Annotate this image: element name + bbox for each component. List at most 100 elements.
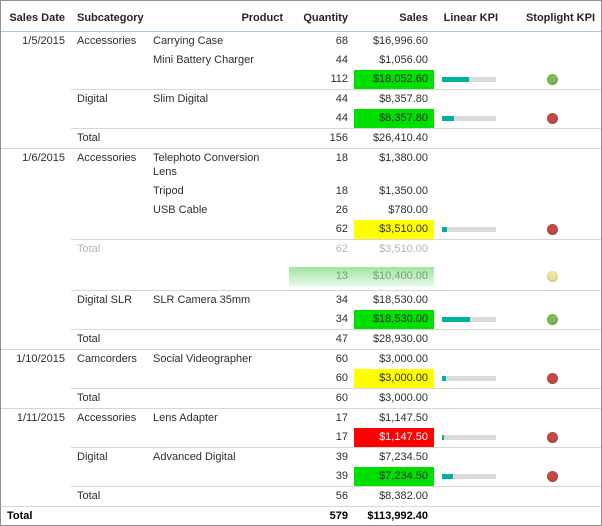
subcategory-cell: Total [71,329,147,350]
stoplight-kpi-cell [504,310,601,330]
product-cell: Slim Digital [147,89,289,109]
linear-kpi-cell [434,369,504,389]
sales-date-cell [1,467,71,487]
stoplight-kpi-cell [504,369,601,389]
col-header-stoplight-kpi: Stoplight KPI [504,5,601,32]
sales-cell: $1,350.00 [379,185,428,197]
product-cell: Social Videographer [147,349,289,369]
linear-kpi-fill [442,115,455,121]
quantity-cell: 62 [335,223,348,235]
stoplight-kpi-cell [504,267,601,286]
linear-kpi-gauge [442,473,496,479]
linear-kpi-cell [434,201,504,220]
stoplight-kpi-cell [504,408,601,428]
subcategory-cell: Camcorders [71,349,147,369]
quantity-cell: 34 [335,313,348,325]
subcategory-cell [71,51,147,70]
sales-date-cell [1,129,71,149]
subcategory-cell [71,109,147,129]
sales-cell: $10,400.00 [354,267,434,286]
stoplight-kpi-cell [504,447,601,467]
quantity-cell: 56 [289,486,354,507]
quantity-cell: 62 [289,239,354,259]
subcategory-cell: Accessories [71,148,147,182]
sales-cell: $3,000.00 [354,388,434,409]
stoplight-kpi-cell [504,329,601,350]
sales-date-cell: Total [1,506,71,525]
linear-kpi-cell [434,109,504,129]
stoplight-kpi-cell [504,128,601,149]
sales-cell: $780.00 [388,204,428,216]
table-row: Tripod 18 $1,350.00 [1,182,601,201]
sales-date-cell [1,51,71,70]
table-row: 1/5/2015 Accessories Carrying Case 68 $1… [1,32,601,52]
stoplight-indicator-red [547,112,558,124]
spacer-cell [1,259,601,267]
subcategory-cell: Total [71,486,147,507]
sales-cell: $16,996.60 [372,35,428,47]
subcategory-cell: Accessories [77,35,137,47]
col-header-subcategory: Subcategory [71,5,147,32]
sales-date-cell [1,310,71,330]
product-cell [147,486,289,507]
product-cell [147,70,289,90]
quantity-cell: 60 [335,372,348,384]
sales-date-cell [1,70,71,90]
header-row: Sales Date Subcategory Product Quantity … [1,5,601,32]
linear-kpi-gauge [442,76,496,82]
quantity-cell: 47 [289,329,354,350]
sales-date-cell [1,109,71,129]
sales-kpi-report-table: Sales Date Subcategory Product Quantity … [1,5,601,525]
linear-kpi-gauge [442,434,496,440]
sales-cell: $18,530.00 [354,290,434,310]
quantity-cell: 579 [289,506,354,525]
stoplight-indicator-red [547,431,558,443]
table-header: Sales Date Subcategory Product Quantity … [1,5,601,32]
product-cell [147,128,289,149]
table-row: 62 $3,510.00 [1,220,601,240]
subcategory-cell [71,310,147,330]
stoplight-kpi-cell [504,486,601,507]
product-cell [147,428,289,448]
sales-cell: $18,052.60 [354,70,434,90]
sales-cell: $3,000.00 [354,369,434,389]
sales-date-cell [1,240,71,260]
linear-kpi-cell [434,51,504,70]
product-cell [147,220,289,240]
sales-date-cell: 1/10/2015 [1,349,71,369]
sales-date-cell: 1/11/2015 [1,408,71,428]
quantity-cell: 44 [335,54,348,66]
product-cell [147,506,289,525]
sales-cell: $7,234.50 [354,467,434,487]
sales-cell: $3,510.00 [354,220,434,240]
subcategory-cell: Digital SLR [71,290,147,310]
stoplight-kpi-cell [504,290,601,310]
col-header-product: Product [147,5,289,32]
sales-cell: $113,992.40 [354,506,434,525]
linear-kpi-gauge [442,375,496,381]
table-row: 60 $3,000.00 [1,369,601,389]
linear-kpi-fill [442,76,469,82]
subcategory-cell: Digital [71,89,147,109]
subcategory-cell [71,201,147,220]
table-row: 34 $18,530.00 [1,310,601,330]
product-cell [147,369,289,389]
sales-date-cell [1,267,71,286]
quantity-cell: 156 [289,128,354,149]
linear-kpi-cell [434,506,504,525]
linear-kpi-cell [434,267,504,286]
stoplight-kpi-cell [504,467,601,487]
subcategory-cell: Digital [71,447,147,467]
subcategory-cell: Total [71,388,147,409]
linear-kpi-cell [434,182,504,201]
table-row: 112 $18,052.60 [1,70,601,90]
table-row: Total 62 $3,510.00 [1,239,601,260]
stoplight-indicator-yellow [547,270,558,282]
product-cell [147,310,289,330]
table-body: 1/5/2015 Accessories Carrying Case 68 $1… [1,32,601,525]
product-cell: SLR Camera 35mm [147,290,289,310]
quantity-cell: 13 [289,267,354,286]
stoplight-indicator-red [547,372,558,384]
stoplight-indicator-red [547,223,558,235]
product-cell [147,388,289,409]
